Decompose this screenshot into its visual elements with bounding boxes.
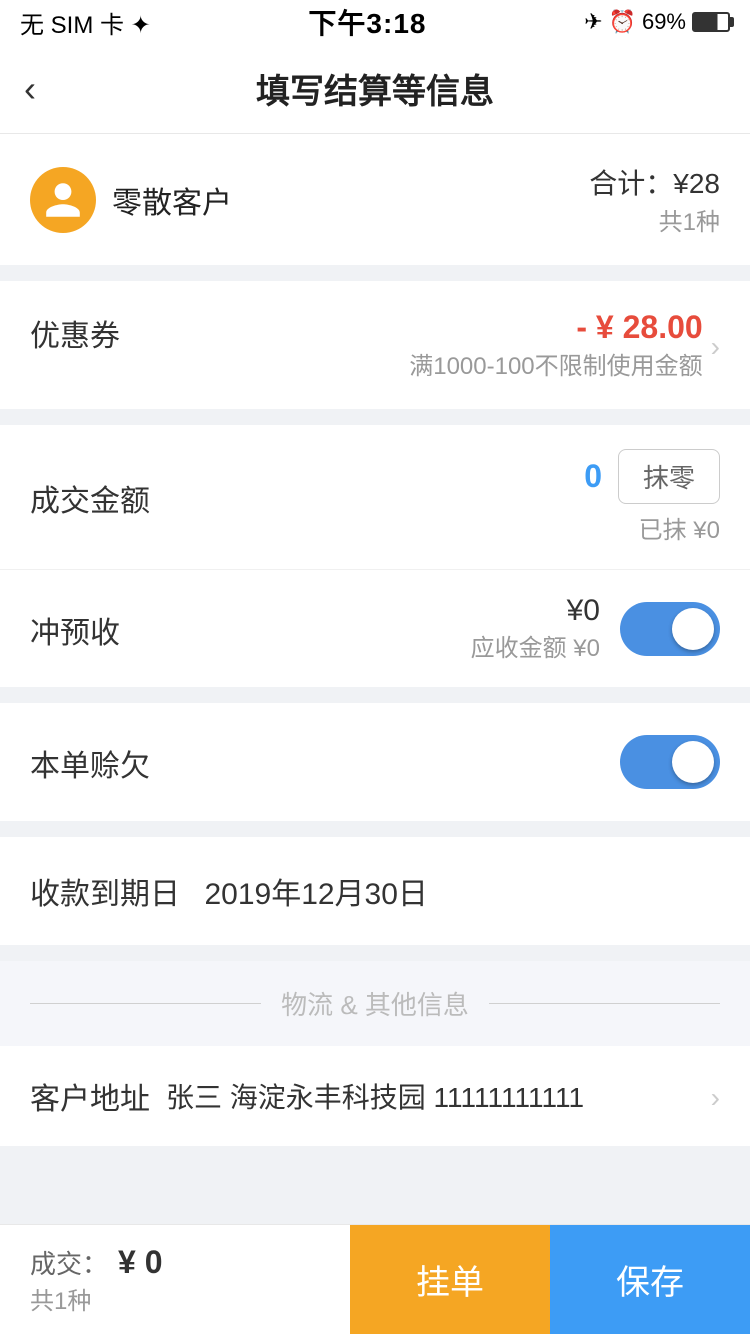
pending-button[interactable]: 挂单 [350,1225,550,1334]
amount-input[interactable] [522,458,602,495]
logistics-label: 物流 & 其他信息 [281,985,469,1022]
divider-line-right [489,1003,720,1004]
coupon-description: 满1000-100不限制使用金额 [409,346,702,381]
user-icon [42,179,84,221]
prepay-right: ¥0 应收金额 ¥0 [471,594,720,663]
round-button[interactable]: 抹零 [618,449,720,504]
customer-total-area: 合计：¥28 共1种 [589,162,720,237]
arrears-toggle[interactable] [620,735,720,789]
battery-icon [692,12,730,32]
content: 零散客户 合计：¥28 共1种 优惠券 - ¥ 28.00 满1000-100不… [0,134,750,1282]
customer-total: 合计：¥28 [589,162,720,202]
arrears-section: 本单赊欠 [0,703,750,821]
due-date-section: 收款到期日 2019年12月30日 [0,837,750,945]
prepay-row: 冲预收 ¥0 应收金额 ¥0 [0,570,750,687]
coupon-discount: - ¥ 28.00 [576,309,702,346]
coupon-chevron-icon: › [711,331,720,363]
prepay-sub: 应收金额 ¥0 [471,628,600,663]
prepay-amount: ¥0 [471,594,600,628]
total-amount: ¥28 [673,168,720,199]
customer-info-left: 零散客户 [30,167,232,233]
status-time: 下午3:18 [308,2,426,42]
customer-name: 零散客户 [112,178,232,222]
arrears-toggle-knob [672,741,714,783]
no-sim-text: 无 SIM 卡 ✦ [20,5,151,40]
address-value: 张三 海淀永丰科技园 11111111111 [166,1076,687,1116]
bottom-deal-amount: ¥ 0 [118,1244,162,1281]
due-date-label: 收款到期日 [30,878,180,911]
due-date-value: 2019年12月30日 [204,878,427,911]
amount-sub: 已抹 ¥0 [639,510,720,545]
coupon-row[interactable]: 优惠券 - ¥ 28.00 满1000-100不限制使用金额 › [0,281,750,409]
bottom-bar: 成交： ¥ 0 共1种 挂单 保存 [0,1224,750,1334]
bottom-deal-row: 成交： ¥ 0 [30,1244,320,1281]
prepay-label: 冲预收 [30,606,120,652]
coupon-label: 优惠券 [30,309,120,355]
logistics-divider: 物流 & 其他信息 [0,961,750,1046]
amount-input-area: 抹零 [522,449,720,504]
location-icon: ✈ [584,9,602,35]
deal-amount-row: 成交金额 抹零 已抹 ¥0 [0,425,750,570]
status-bar: 无 SIM 卡 ✦ 下午3:18 ✈ ⏰ 69% [0,0,750,44]
page-title: 填写结算等信息 [256,64,494,113]
address-label: 客户地址 [30,1074,150,1118]
customer-avatar [30,167,96,233]
status-left: 无 SIM 卡 ✦ [20,5,151,40]
back-button[interactable]: ‹ [24,68,36,110]
save-button[interactable]: 保存 [550,1225,750,1334]
address-chevron-icon: › [711,1082,720,1114]
bottom-count: 共1种 [30,1281,320,1316]
total-label: 合计： [589,168,673,199]
address-section[interactable]: 客户地址 张三 海淀永丰科技园 11111111111 › [0,1046,750,1146]
prepay-toggle[interactable] [620,602,720,656]
battery-text: 69% [642,9,686,35]
coupon-value-area: - ¥ 28.00 满1000-100不限制使用金额 [409,309,702,381]
toggle-knob [672,608,714,650]
nav-bar: ‹ 填写结算等信息 [0,44,750,134]
coupon-section: 优惠券 - ¥ 28.00 满1000-100不限制使用金额 › [0,281,750,409]
divider-line-left [30,1003,261,1004]
customer-count: 共1种 [589,202,720,237]
amount-label: 成交金额 [30,474,150,520]
prepay-values: ¥0 应收金额 ¥0 [471,594,600,663]
arrears-label: 本单赊欠 [30,739,150,785]
customer-row: 零散客户 合计：¥28 共1种 [0,134,750,265]
bottom-info: 成交： ¥ 0 共1种 [0,1244,350,1316]
alarm-icon: ⏰ [609,9,636,35]
amount-section: 成交金额 抹零 已抹 ¥0 冲预收 ¥0 应收金额 ¥0 [0,425,750,687]
status-right: ✈ ⏰ 69% [584,9,730,35]
bottom-deal-label: 成交： [30,1244,108,1281]
